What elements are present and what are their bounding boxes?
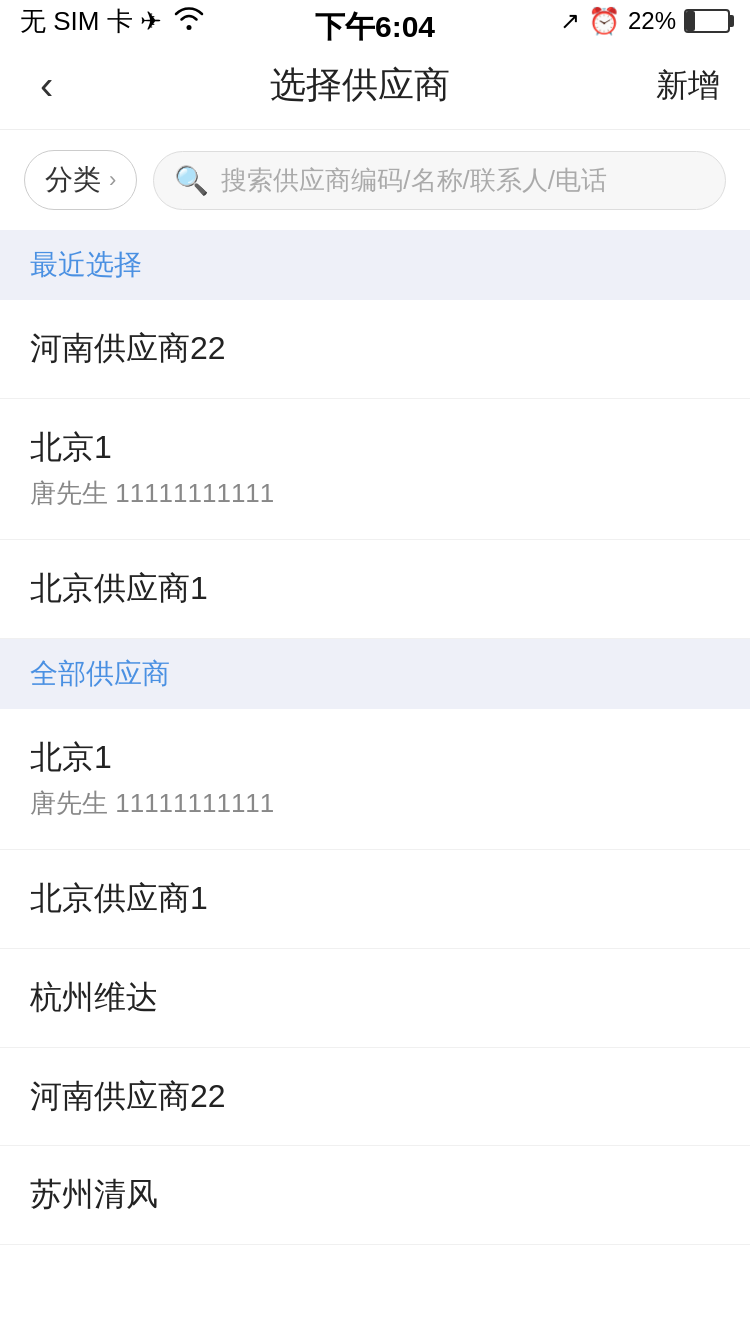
search-box[interactable]: 🔍 xyxy=(153,151,726,210)
category-filter-button[interactable]: 分类 › xyxy=(24,150,137,210)
supplier-name: 北京1 xyxy=(30,737,720,779)
time-display: 下午6:04 xyxy=(315,7,435,48)
section-header-all: 全部供应商 xyxy=(0,639,750,709)
supplier-name: 河南供应商22 xyxy=(30,1076,720,1118)
back-button[interactable]: ‹ xyxy=(30,53,63,118)
list-item[interactable]: 杭州维达 xyxy=(0,949,750,1048)
supplier-name: 河南供应商22 xyxy=(30,328,720,370)
supplier-name: 苏州清风 xyxy=(30,1174,720,1216)
section-header-recent: 最近选择 xyxy=(0,230,750,300)
supplier-list: 最近选择河南供应商22 北京1 唐先生 11111111111 北京供应商1 全部供应商… xyxy=(0,230,750,1245)
battery-icon xyxy=(684,9,730,33)
list-item[interactable]: 河南供应商22 xyxy=(0,300,750,399)
status-left: 无 SIM 卡 ✈ xyxy=(20,4,206,39)
list-item[interactable]: 北京1 唐先生 11111111111 xyxy=(0,399,750,541)
wifi-icon xyxy=(172,5,206,38)
page-title: 选择供应商 xyxy=(270,61,450,110)
supplier-name: 北京供应商1 xyxy=(30,878,720,920)
nav-bar: ‹ 选择供应商 新增 xyxy=(0,42,750,130)
add-button[interactable]: 新增 xyxy=(656,64,720,108)
alarm-icon: ⏰ xyxy=(588,6,620,37)
supplier-name: 北京供应商1 xyxy=(30,568,720,610)
status-bar: 无 SIM 卡 ✈ 下午6:04 ↗ ⏰ 22% xyxy=(0,0,750,42)
list-item[interactable]: 苏州清风 xyxy=(0,1146,750,1245)
search-icon: 🔍 xyxy=(174,164,209,197)
filter-row: 分类 › 🔍 xyxy=(0,130,750,230)
battery-percent: 22% xyxy=(628,7,676,35)
chevron-right-icon: › xyxy=(109,167,116,193)
location-icon: ↗ xyxy=(560,7,580,35)
no-sim-label: 无 SIM 卡 ✈ xyxy=(20,4,162,39)
list-item[interactable]: 河南供应商22 xyxy=(0,1048,750,1147)
list-item[interactable]: 北京供应商1 xyxy=(0,540,750,639)
supplier-name: 北京1 xyxy=(30,427,720,469)
status-right: ↗ ⏰ 22% xyxy=(560,6,730,37)
supplier-name: 杭州维达 xyxy=(30,977,720,1019)
list-item[interactable]: 北京供应商1 xyxy=(0,850,750,949)
supplier-contact: 唐先生 11111111111 xyxy=(30,786,720,821)
search-input[interactable] xyxy=(221,165,705,196)
list-item[interactable]: 北京1 唐先生 11111111111 xyxy=(0,709,750,851)
category-label: 分类 xyxy=(45,161,101,199)
supplier-contact: 唐先生 11111111111 xyxy=(30,476,720,511)
